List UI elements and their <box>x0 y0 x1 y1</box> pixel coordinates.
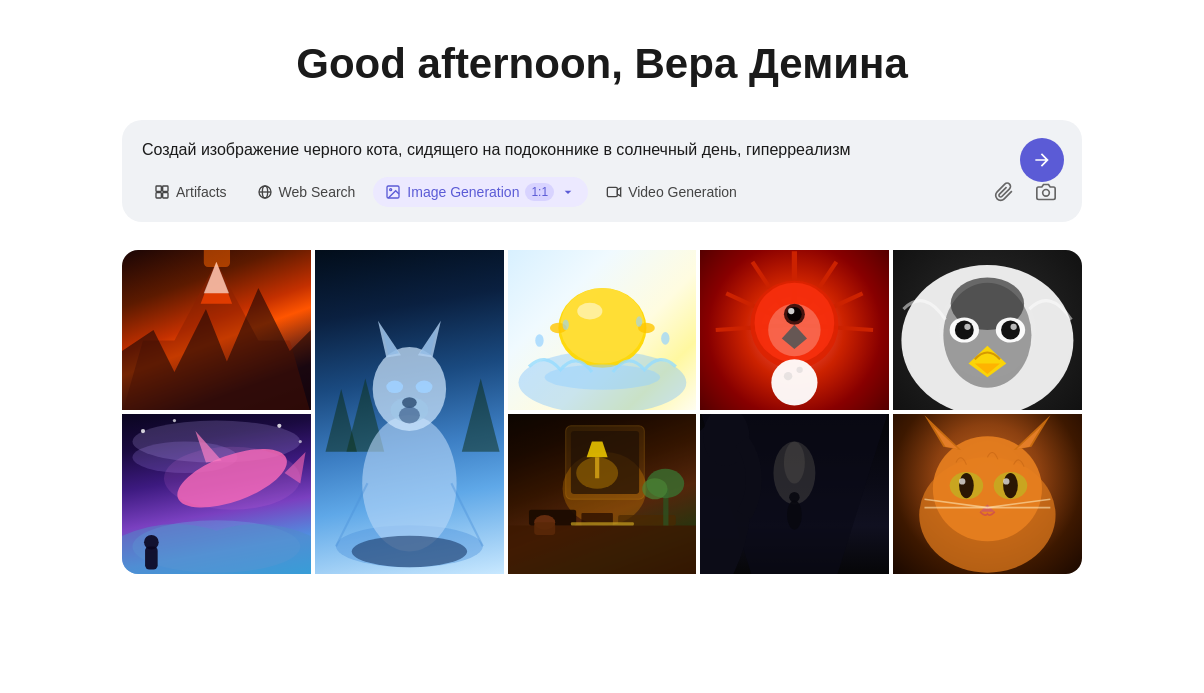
svg-marker-164 <box>1014 415 1051 450</box>
toolbar-web-search[interactable]: Web Search <box>245 178 368 206</box>
svg-point-144 <box>576 457 618 488</box>
svg-marker-166 <box>1017 426 1042 449</box>
camera-icon <box>1036 182 1056 202</box>
svg-point-82 <box>399 407 420 424</box>
gallery-dolphin[interactable] <box>122 414 311 574</box>
artifacts-icon <box>154 184 170 200</box>
svg-point-79 <box>402 397 417 407</box>
svg-point-113 <box>797 367 803 373</box>
image-gen-label: Image Generation <box>407 184 519 200</box>
prompt-text[interactable]: Создай изображение черного кота, сидящег… <box>142 138 1062 162</box>
svg-point-94 <box>661 332 669 345</box>
svg-point-93 <box>535 334 543 347</box>
svg-point-130 <box>164 447 300 510</box>
svg-point-157 <box>784 442 805 484</box>
image-gen-icon <box>385 184 401 200</box>
svg-point-109 <box>788 308 794 314</box>
svg-point-91 <box>577 303 602 320</box>
svg-point-158 <box>787 500 802 529</box>
svg-point-122 <box>1011 324 1017 330</box>
svg-point-121 <box>965 324 971 330</box>
svg-marker-10 <box>617 188 620 196</box>
aspect-ratio-badge[interactable]: 1:1 <box>525 183 554 201</box>
gallery-eagle[interactable] <box>893 250 1082 410</box>
svg-marker-165 <box>933 426 958 449</box>
svg-point-88 <box>560 288 644 364</box>
send-icon <box>1032 150 1052 170</box>
svg-point-85 <box>352 536 467 567</box>
paperclip-icon <box>994 182 1014 202</box>
gallery-bird[interactable] <box>700 250 889 410</box>
svg-point-152 <box>642 478 667 499</box>
svg-point-134 <box>141 429 145 433</box>
globe-icon <box>257 184 273 200</box>
svg-point-96 <box>636 316 642 326</box>
svg-point-112 <box>784 372 792 380</box>
svg-rect-0 <box>156 186 161 191</box>
attachment-button[interactable] <box>988 176 1020 208</box>
svg-rect-149 <box>571 522 634 525</box>
svg-point-133 <box>144 535 159 550</box>
image-gallery-main <box>122 250 1082 574</box>
video-gen-label: Video Generation <box>628 184 737 200</box>
toolbar-artifacts[interactable]: Artifacts <box>142 178 239 206</box>
svg-point-80 <box>386 381 403 394</box>
svg-point-120 <box>1001 321 1020 340</box>
web-search-label: Web Search <box>279 184 356 200</box>
toolbar-image-gen[interactable]: Image Generation 1:1 <box>373 177 588 207</box>
toolbar: Artifacts Web Search Image Generation 1:… <box>142 176 1062 208</box>
gallery-cat[interactable] <box>893 414 1082 574</box>
svg-point-95 <box>562 320 568 330</box>
svg-rect-132 <box>145 546 158 569</box>
send-button[interactable] <box>1020 138 1064 182</box>
gallery-volcano[interactable] <box>122 250 311 410</box>
prompt-input-container: Создай изображение черного кота, сидящег… <box>122 120 1082 222</box>
svg-point-11 <box>1043 190 1050 197</box>
svg-point-169 <box>959 473 974 498</box>
svg-rect-2 <box>156 193 161 198</box>
svg-point-135 <box>173 419 176 422</box>
aspect-dropdown-icon <box>560 184 576 200</box>
svg-marker-163 <box>925 415 962 450</box>
video-gen-icon <box>606 184 622 200</box>
gallery-silhouette[interactable] <box>700 414 889 574</box>
gallery-lemon[interactable] <box>508 250 697 410</box>
svg-point-8 <box>390 189 392 191</box>
svg-point-172 <box>1003 478 1009 484</box>
toolbar-right-actions <box>988 176 1062 208</box>
svg-rect-154 <box>534 522 555 535</box>
svg-point-136 <box>277 424 281 428</box>
svg-point-72 <box>362 415 456 551</box>
artifacts-label: Artifacts <box>176 184 227 200</box>
svg-rect-1 <box>163 186 168 191</box>
gallery-desk[interactable] <box>508 414 697 574</box>
page-greeting: Good afternoon, Вера Демина <box>296 40 908 88</box>
svg-marker-70 <box>462 378 500 451</box>
gallery-wolf[interactable] <box>315 250 504 574</box>
svg-point-137 <box>299 440 302 443</box>
toolbar-video-gen[interactable]: Video Generation <box>594 178 749 206</box>
svg-point-170 <box>1003 473 1018 498</box>
svg-point-119 <box>955 321 974 340</box>
svg-point-81 <box>415 381 432 394</box>
svg-point-159 <box>790 492 800 502</box>
svg-point-111 <box>772 359 818 405</box>
svg-point-171 <box>959 478 965 484</box>
svg-rect-3 <box>163 193 168 198</box>
svg-rect-9 <box>607 187 617 196</box>
